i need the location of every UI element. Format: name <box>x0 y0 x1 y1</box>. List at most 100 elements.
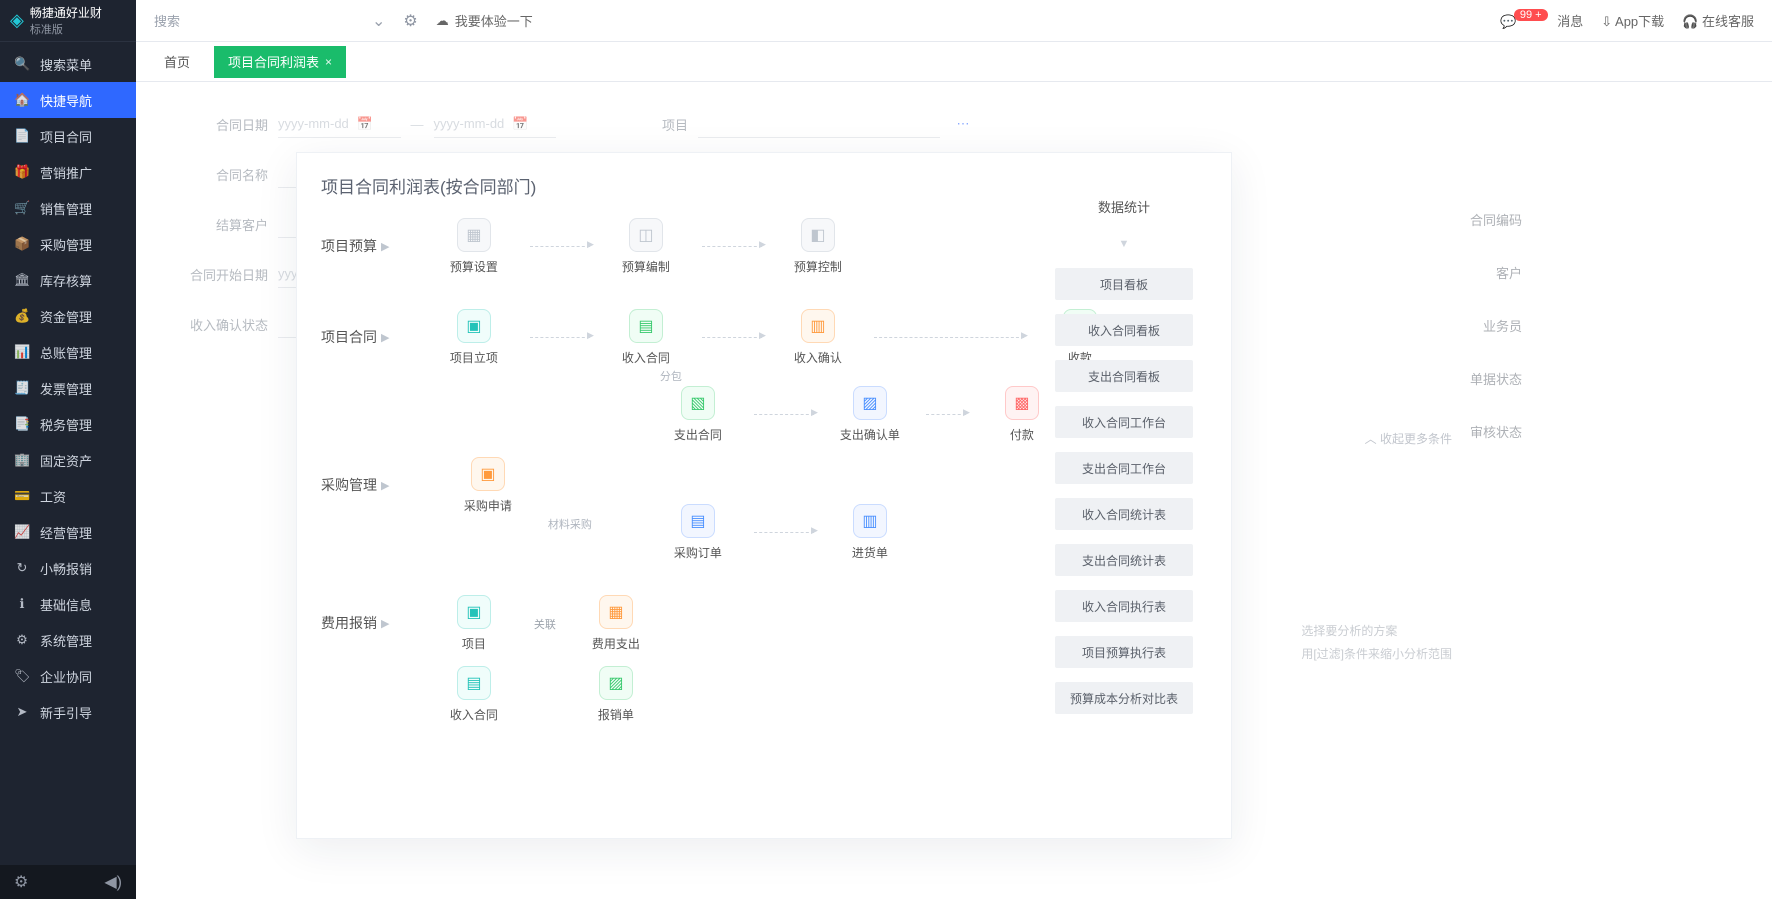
cloud-icon: ☁ <box>436 13 449 29</box>
stat-button-5[interactable]: 收入合同统计表 <box>1055 498 1193 530</box>
stat-button-1[interactable]: 收入合同看板 <box>1055 314 1193 346</box>
nav-icon: 🧾 <box>14 380 30 396</box>
collapse-icon[interactable]: ◀) <box>104 872 122 892</box>
nav-icon: 🏢 <box>14 452 30 468</box>
nav-label: 采购管理 <box>40 235 92 254</box>
node-spend-contract[interactable]: ▧支出合同 <box>642 386 754 443</box>
topbar: 搜索 ⌄ ⚙ ☁ 我要体验一下 💬 99 + 消息 ⇩ App下载 🎧 <box>136 0 1772 42</box>
section-contract[interactable]: 项目合同▶ <box>321 327 389 347</box>
tab-contract-profit[interactable]: 项目合同利润表 × <box>214 46 346 78</box>
chevron-down-icon[interactable]: ⌄ <box>372 11 385 31</box>
headset-icon: 🎧 <box>1682 14 1698 29</box>
nav-label: 总账管理 <box>40 343 92 362</box>
settings-icon[interactable]: ⚙ <box>14 872 28 892</box>
gear-icon[interactable]: ⚙ <box>403 11 417 31</box>
sidebar-item-17[interactable]: 🏷企业协同 <box>0 658 136 694</box>
sidebar-item-6[interactable]: 🏛库存核算 <box>0 262 136 298</box>
app-download-button[interactable]: ⇩ App下载 <box>1601 11 1664 30</box>
sidebar-item-3[interactable]: 🎁营销推广 <box>0 154 136 190</box>
stat-button-3[interactable]: 收入合同工作台 <box>1055 406 1193 438</box>
node-budget-compile[interactable]: ◫预算编制 <box>590 218 702 275</box>
collapse-conditions[interactable]: ︿ 收起更多条件 <box>1365 430 1452 447</box>
tab-home[interactable]: 首页 <box>150 46 204 78</box>
sidebar-item-11[interactable]: 🏢固定资产 <box>0 442 136 478</box>
node-expense-out[interactable]: ▦费用支出 <box>560 595 672 652</box>
empty-hint: 选择要分析的方案 用[过滤]条件来缩小分析范围 <box>1301 622 1452 662</box>
nav-icon: 📦 <box>14 236 30 252</box>
brand: ◈ 畅捷通好业财 标准版 <box>0 0 136 42</box>
income2-icon: ▤ <box>457 666 491 700</box>
app-download-label: App下载 <box>1615 14 1664 29</box>
filter-contract-name-label: 合同名称 <box>176 165 268 184</box>
node-income-contract2[interactable]: ▤收入合同 <box>418 666 530 723</box>
sidebar-item-1[interactable]: 🏠快捷导航 <box>0 82 136 118</box>
nav-label: 发票管理 <box>40 379 92 398</box>
node-reimburse[interactable]: ▨报销单 <box>560 666 672 723</box>
more-icon[interactable]: ⋯ <box>950 116 976 132</box>
node-receipt[interactable]: ▥进货单 <box>814 504 926 561</box>
download-icon: ⇩ <box>1601 14 1612 29</box>
section-purchase[interactable]: 采购管理▶ <box>321 475 389 495</box>
stat-button-6[interactable]: 支出合同统计表 <box>1055 544 1193 576</box>
filter-project-input[interactable] <box>698 110 940 138</box>
nav: 🔍搜索菜单🏠快捷导航📄项目合同🎁营销推广🛒销售管理 📦 采购管理 🏛库存核算💰资金管理… <box>0 42 136 730</box>
calendar-icon: 📅 <box>512 116 528 132</box>
sidebar-item-13[interactable]: 📈经营管理 <box>0 514 136 550</box>
setup-icon: ▦ <box>457 218 491 252</box>
sidebar-item-8[interactable]: 📊总账管理 <box>0 334 136 370</box>
filter-sales-label: 业务员 <box>1442 316 1522 335</box>
filter-confirm-status-label: 收入确认状态 <box>176 315 268 334</box>
messages-label: 消息 <box>1557 14 1583 29</box>
sidebar-item-5[interactable]: 📦 采购管理 <box>0 226 136 262</box>
global-search[interactable]: 搜索 <box>154 11 354 30</box>
filter-contract-date-to[interactable]: yyyy-mm-dd📅 <box>434 110 557 138</box>
section-budget[interactable]: 项目预算▶ <box>321 236 389 256</box>
stat-button-7[interactable]: 收入合同执行表 <box>1055 590 1193 622</box>
node-project-init[interactable]: ▣项目立项 <box>418 309 530 366</box>
nav-icon: 💳 <box>14 488 30 504</box>
nav-label: 新手引导 <box>40 703 92 722</box>
hint-line-1: 选择要分析的方案 <box>1301 622 1452 639</box>
nav-label: 经营管理 <box>40 523 92 542</box>
sidebar-item-16[interactable]: ⚙系统管理 <box>0 622 136 658</box>
node-purchase-order[interactable]: ▤采购订单 <box>642 504 754 561</box>
expense-icon: ▦ <box>599 595 633 629</box>
sidebar-item-2[interactable]: 📄项目合同 <box>0 118 136 154</box>
stat-button-2[interactable]: 支出合同看板 <box>1055 360 1193 392</box>
filter-customer-label: 客户 <box>1442 263 1522 282</box>
node-budget-control[interactable]: ◧预算控制 <box>762 218 874 275</box>
messages-button[interactable]: 💬 99 + 消息 <box>1500 11 1583 30</box>
init-icon: ▣ <box>457 309 491 343</box>
node-income-contract[interactable]: ▤收入合同 <box>590 309 702 366</box>
online-service-button[interactable]: 🎧 在线客服 <box>1682 11 1754 30</box>
stat-button-8[interactable]: 项目预算执行表 <box>1055 636 1193 668</box>
sidebar-item-12[interactable]: 💳工资 <box>0 478 136 514</box>
nav-icon: 🛒 <box>14 200 30 216</box>
node-project2[interactable]: ▣项目 <box>418 595 530 652</box>
sidebar-item-4[interactable]: 🛒销售管理 <box>0 190 136 226</box>
node-budget-setup[interactable]: ▦预算设置 <box>418 218 530 275</box>
sidebar-item-15[interactable]: ℹ基础信息 <box>0 586 136 622</box>
stat-button-9[interactable]: 预算成本分析对比表 <box>1055 682 1193 714</box>
close-icon[interactable]: × <box>325 55 332 69</box>
node-spend-confirm[interactable]: ▨支出确认单 <box>814 386 926 443</box>
section-expense[interactable]: 费用报销▶ <box>321 613 389 633</box>
stat-button-0[interactable]: 项目看板 <box>1055 268 1193 300</box>
try-it-button[interactable]: ☁ 我要体验一下 <box>436 11 533 30</box>
sidebar-item-7[interactable]: 💰资金管理 <box>0 298 136 334</box>
sidebar-item-18[interactable]: ➤ 新手引导 <box>0 694 136 730</box>
brand-logo-icon: ◈ <box>10 10 24 31</box>
filter-audit-status-label: 审核状态 <box>1442 422 1522 441</box>
sidebar-footer: ⚙ ◀) <box>0 865 136 899</box>
sidebar-item-0[interactable]: 🔍搜索菜单 <box>0 46 136 82</box>
sidebar-item-9[interactable]: 🧾 发票管理 <box>0 370 136 406</box>
node-purchase-request[interactable]: ▣采购申请 <box>418 457 558 514</box>
filter-contract-date-from[interactable]: yyyy-mm-dd📅 <box>278 110 401 138</box>
nav-icon: 🔍 <box>14 56 30 72</box>
filter-start-date-label: 合同开始日期 <box>176 265 268 284</box>
nav-icon: ➤ <box>14 704 30 720</box>
node-income-confirm[interactable]: ▥收入确认 <box>762 309 874 366</box>
sidebar-item-14[interactable]: ↻小畅报销 <box>0 550 136 586</box>
stat-button-4[interactable]: 支出合同工作台 <box>1055 452 1193 484</box>
sidebar-item-10[interactable]: 📑税务管理 <box>0 406 136 442</box>
